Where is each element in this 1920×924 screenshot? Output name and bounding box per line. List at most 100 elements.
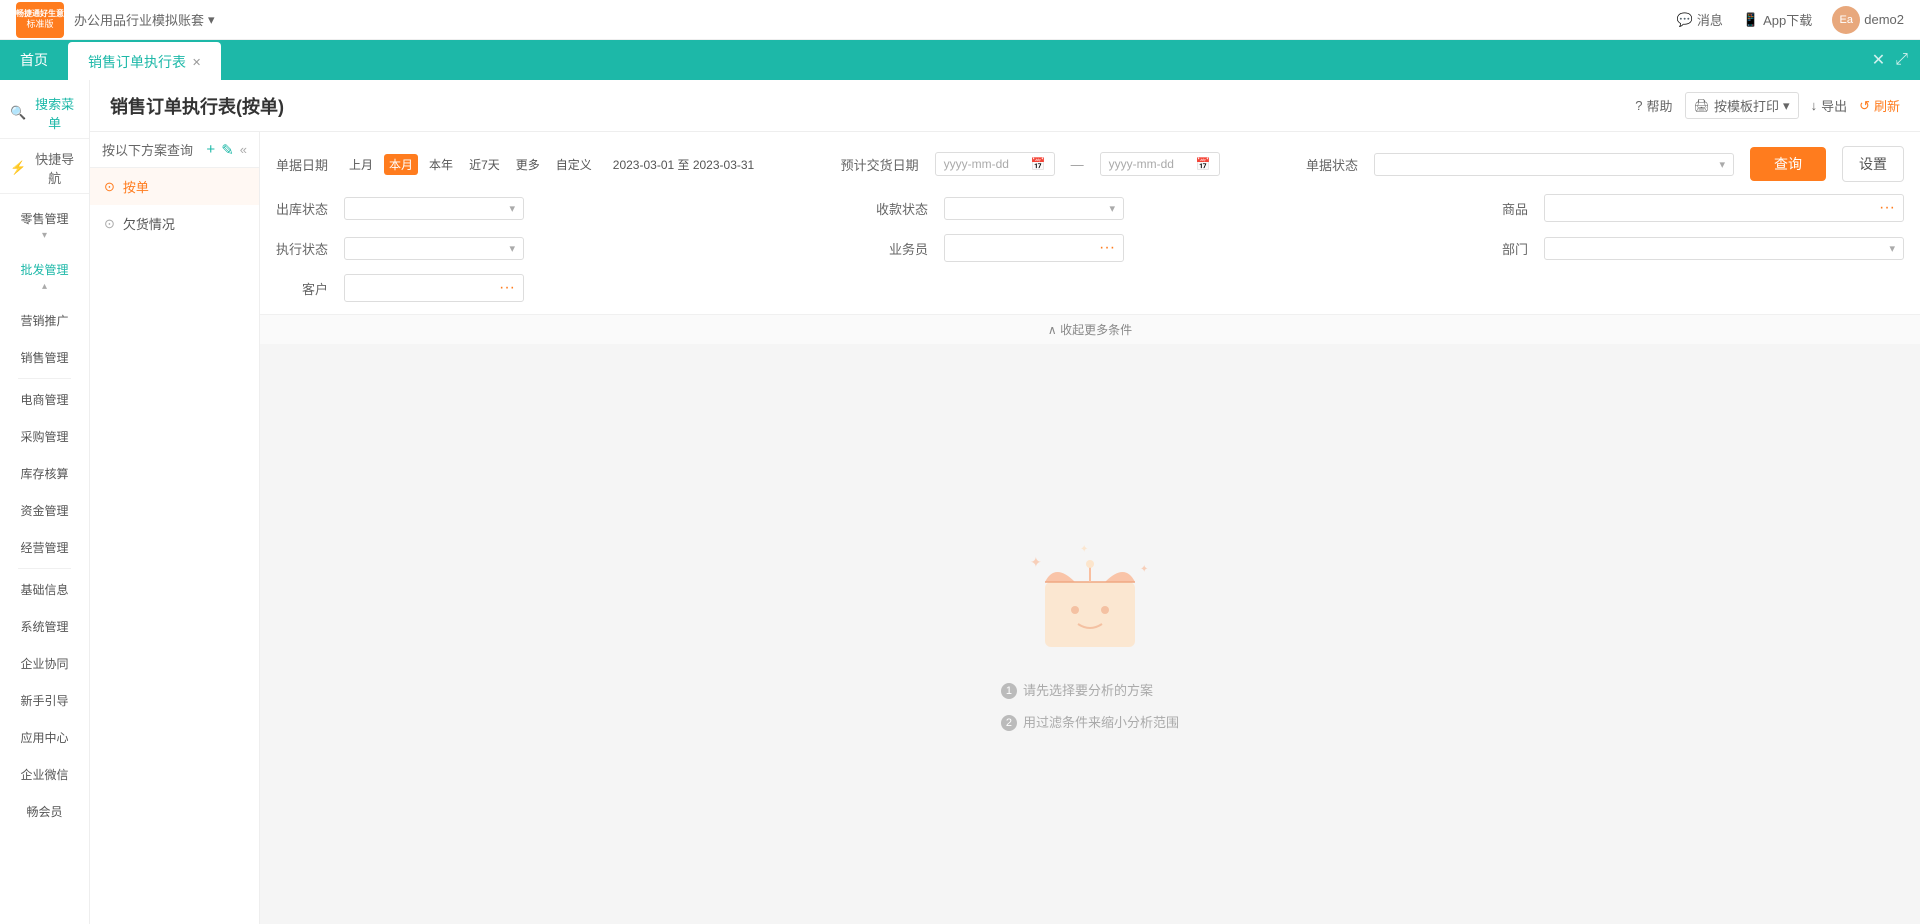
exec-label: 执行状态 bbox=[276, 239, 328, 258]
tab-close-icon[interactable]: ✕ bbox=[192, 56, 201, 69]
sub-sidebar: 按以下方案查询 + ✎ « ⊙ 按单 ⊙ 欠货情况 bbox=[90, 132, 260, 924]
sidebar-search[interactable]: 🔍 搜索菜单 bbox=[0, 88, 89, 139]
print-btn[interactable]: 🖨 按模板打印 ▾ bbox=[1685, 92, 1799, 119]
goods-input[interactable]: ··· bbox=[1544, 194, 1904, 222]
sub-sidebar-edit-icon[interactable]: ✎ bbox=[221, 141, 234, 159]
tab-home[interactable]: 首页 bbox=[0, 40, 68, 80]
sidebar-item-apps[interactable]: 应用中心 bbox=[0, 719, 89, 756]
sub-sidebar-collapse-icon[interactable]: « bbox=[240, 142, 247, 157]
sub-layout: 按以下方案查询 + ✎ « ⊙ 按单 ⊙ 欠货情况 bbox=[90, 132, 1920, 924]
avatar: Ea bbox=[1832, 6, 1860, 34]
collapse-bar[interactable]: ∧ 收起更多条件 bbox=[260, 314, 1920, 344]
filter-row-3: 执行状态 ▾ 业务员 ··· 部门 bbox=[276, 234, 1904, 262]
sidebar-item-finance-label: 资金管理 bbox=[20, 502, 68, 519]
download-btn[interactable]: 📱 App下载 bbox=[1743, 10, 1812, 29]
delivery-arrow: ▾ bbox=[509, 202, 515, 215]
download-label: App下载 bbox=[1763, 10, 1812, 29]
status-label: 单据状态 bbox=[1306, 155, 1358, 174]
shortcut-this-year[interactable]: 本年 bbox=[424, 154, 458, 175]
shortcut-more[interactable]: 更多 bbox=[511, 154, 545, 175]
exec-arrow: ▾ bbox=[509, 242, 515, 255]
forecast-date-end[interactable]: yyyy-mm-dd 📅 bbox=[1100, 152, 1220, 176]
topbar-right: 💬 消息 📱 App下载 Ea demo2 bbox=[1677, 6, 1904, 34]
tip-text-2: 用过滤条件来缩小分析范围 bbox=[1023, 710, 1179, 736]
logo: 畅捷通好生意 标准版 bbox=[16, 2, 64, 38]
sidebar-quick-label: 快捷导航 bbox=[30, 149, 79, 187]
tab-close-all-icon[interactable]: ✕ bbox=[1872, 50, 1885, 70]
tab-expand-icon[interactable]: ⤢ bbox=[1895, 51, 1908, 69]
refresh-btn[interactable]: ↺ 刷新 bbox=[1859, 96, 1900, 115]
page-title-row: 销售订单执行表(按单) ? 帮助 🖨 按模板打印 ▾ ↓ 导出 bbox=[110, 92, 1900, 119]
sidebar-item-member[interactable]: 畅会员 bbox=[0, 793, 89, 830]
sidebar-search-label: 搜索菜单 bbox=[30, 94, 79, 132]
forecast-date-start[interactable]: yyyy-mm-dd 📅 bbox=[935, 152, 1055, 176]
page-header: 销售订单执行表(按单) ? 帮助 🖨 按模板打印 ▾ ↓ 导出 bbox=[90, 80, 1920, 132]
customer-dots: ··· bbox=[499, 279, 515, 297]
tabbar-actions: ✕ ⤢ bbox=[1872, 50, 1920, 70]
plan-item-按单[interactable]: ⊙ 按单 bbox=[90, 168, 259, 205]
tabbar: 首页 销售订单执行表 ✕ ✕ ⤢ bbox=[0, 40, 1920, 80]
export-btn[interactable]: ↓ 导出 bbox=[1811, 96, 1848, 115]
message-btn[interactable]: 💬 消息 bbox=[1677, 10, 1723, 29]
sidebar-item-wholesale-label: 批发管理 bbox=[20, 261, 68, 278]
empty-tip-1: 1 请先选择要分析的方案 bbox=[1001, 678, 1179, 704]
forecast-date-label: 预计交货日期 bbox=[841, 155, 919, 174]
sub-sidebar-icons: + ✎ « bbox=[206, 141, 247, 159]
shortcut-this-month[interactable]: 本月 bbox=[384, 154, 418, 175]
plan-item-欠货情况[interactable]: ⊙ 欠货情况 bbox=[90, 205, 259, 242]
sidebar-item-retail-label: 零售管理 bbox=[20, 210, 68, 227]
query-button[interactable]: 查询 bbox=[1750, 147, 1826, 181]
sidebar-item-sales[interactable]: 销售管理 bbox=[0, 339, 89, 376]
empty-illustration: ✦ ✦ ✦ bbox=[1020, 532, 1160, 662]
sidebar-item-ecommerce-label: 电商管理 bbox=[20, 391, 68, 408]
sidebar-item-operation-label: 经营管理 bbox=[20, 539, 68, 556]
forecast-date-start-placeholder: yyyy-mm-dd bbox=[944, 157, 1009, 171]
sub-sidebar-add-icon[interactable]: + bbox=[206, 141, 215, 158]
sidebar-item-wholesale[interactable]: 批发管理 ▴ bbox=[0, 251, 89, 302]
sidebar-quick-nav[interactable]: ⚡ 快捷导航 bbox=[0, 143, 89, 194]
sidebar-item-operation[interactable]: 经营管理 bbox=[0, 529, 89, 566]
main-right: 单据日期 上月 本月 本年 近7天 更多 自定义 2023-03-01 至 20… bbox=[260, 132, 1920, 924]
svg-text:✦: ✦ bbox=[1030, 554, 1042, 570]
empty-text: 1 请先选择要分析的方案 2 用过滤条件来缩小分析范围 bbox=[1001, 678, 1179, 736]
help-btn[interactable]: ? 帮助 bbox=[1635, 96, 1672, 115]
sidebar-item-system[interactable]: 系统管理 bbox=[0, 608, 89, 645]
download-icon: 📱 bbox=[1743, 12, 1759, 28]
date-separator: — bbox=[1071, 157, 1084, 172]
avatar-text: Ea bbox=[1840, 14, 1853, 26]
filter-row-4: 客户 ··· bbox=[276, 274, 1904, 302]
sidebar-item-inventory[interactable]: 库存核算 bbox=[0, 455, 89, 492]
payment-select[interactable]: ▾ bbox=[944, 197, 1124, 220]
shortcut-last-month[interactable]: 上月 bbox=[344, 154, 378, 175]
shortcut-7days[interactable]: 近7天 bbox=[464, 154, 505, 175]
settings-button[interactable]: 设置 bbox=[1842, 146, 1904, 182]
sidebar-item-enterprise[interactable]: 企业协同 bbox=[0, 645, 89, 682]
dept-select[interactable]: ▾ bbox=[1544, 237, 1904, 260]
delivery-select[interactable]: ▾ bbox=[344, 197, 524, 220]
user-menu[interactable]: Ea demo2 bbox=[1832, 6, 1904, 34]
sidebar-item-ecommerce[interactable]: 电商管理 bbox=[0, 381, 89, 418]
sidebar-item-purchase[interactable]: 采购管理 bbox=[0, 418, 89, 455]
message-icon: 💬 bbox=[1677, 12, 1693, 28]
goods-dots: ··· bbox=[1879, 199, 1895, 217]
logo-text: 畅捷通好生意 bbox=[16, 9, 64, 19]
content-area: 销售订单执行表(按单) ? 帮助 🖨 按模板打印 ▾ ↓ 导出 bbox=[90, 80, 1920, 924]
sidebar-item-retail[interactable]: 零售管理 ▾ bbox=[0, 200, 89, 251]
salesperson-label: 业务员 bbox=[876, 239, 928, 258]
sidebar-item-finance[interactable]: 资金管理 bbox=[0, 492, 89, 529]
shortcut-custom[interactable]: 自定义 bbox=[551, 154, 597, 175]
sidebar-item-basic[interactable]: 基础信息 bbox=[0, 571, 89, 608]
sidebar-item-wecom[interactable]: 企业微信 bbox=[0, 756, 89, 793]
refresh-icon: ↺ bbox=[1859, 98, 1870, 114]
exec-select[interactable]: ▾ bbox=[344, 237, 524, 260]
payment-label: 收款状态 bbox=[876, 199, 928, 218]
tab-sales-order[interactable]: 销售订单执行表 ✕ bbox=[68, 42, 221, 82]
chevron-down-icon: ▾ bbox=[42, 230, 47, 241]
sidebar-item-marketing[interactable]: 营销推广 bbox=[0, 302, 89, 339]
sidebar-item-newguide[interactable]: 新手引导 bbox=[0, 682, 89, 719]
refresh-label: 刷新 bbox=[1874, 96, 1900, 115]
app-title-dropdown[interactable]: 办公用品行业模拟账套 ▾ bbox=[74, 10, 215, 29]
salesperson-input[interactable]: ··· bbox=[944, 234, 1124, 262]
customer-input[interactable]: ··· bbox=[344, 274, 524, 302]
status-select[interactable]: ▾ bbox=[1374, 153, 1734, 176]
